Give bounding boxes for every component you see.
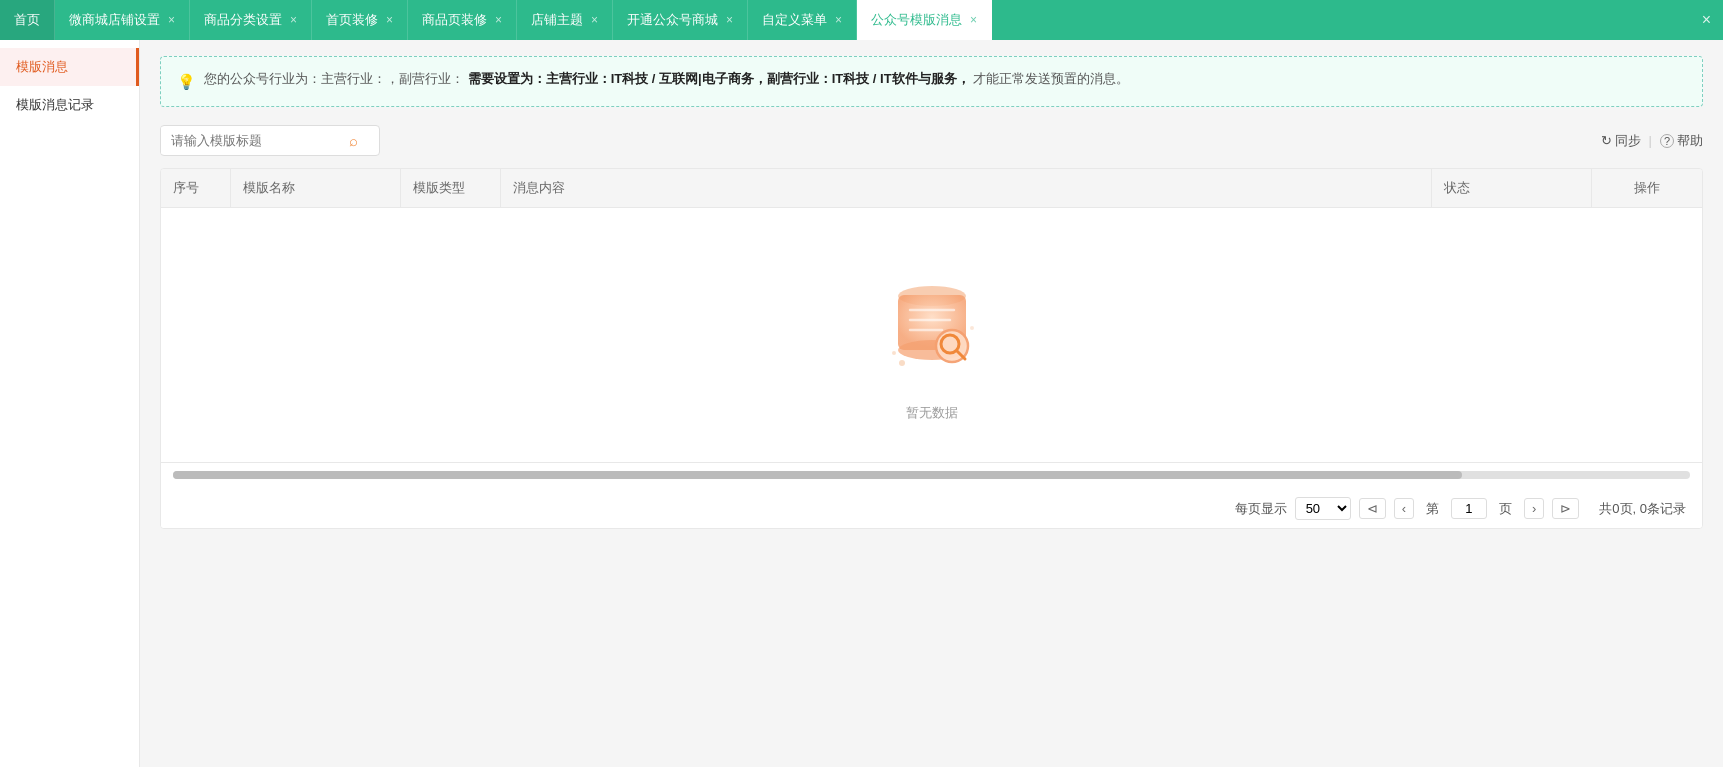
sidebar: 模版消息 模版消息记录 xyxy=(0,40,140,767)
next-page-button[interactable]: › xyxy=(1524,498,1544,519)
nav-tab-weshop-label: 微商城店铺设置 xyxy=(69,11,160,29)
empty-state: 暂无数据 xyxy=(161,208,1702,462)
nav-tab-productpage-label: 商品页装修 xyxy=(422,11,487,29)
page-unit: 页 xyxy=(1499,500,1512,518)
first-page-button[interactable]: ⊲ xyxy=(1359,498,1386,519)
nav-tab-productpage[interactable]: 商品页装修 × xyxy=(408,0,517,40)
th-seq: 序号 xyxy=(161,169,231,207)
notice-text: 您的公众号行业为：主营行业：，副营行业： 需要设置为：主营行业：IT科技 / 互… xyxy=(204,69,1129,90)
nav-tab-openstore-close[interactable]: × xyxy=(726,13,733,27)
search-icon: ⌕ xyxy=(349,132,358,149)
nav-tab-theme[interactable]: 店铺主题 × xyxy=(517,0,613,40)
nav-tab-templatemsg-close[interactable]: × xyxy=(970,13,977,27)
svg-point-11 xyxy=(970,326,974,330)
nav-tab-custommenu-close[interactable]: × xyxy=(835,13,842,27)
help-button[interactable]: ? 帮助 xyxy=(1660,132,1703,150)
search-input-wrap: ⌕ xyxy=(160,125,380,156)
th-content: 消息内容 xyxy=(501,169,1432,207)
th-status: 状态 xyxy=(1432,169,1592,207)
empty-illustration xyxy=(872,268,992,388)
nav-tab-homepage-close[interactable]: × xyxy=(386,13,393,27)
th-action: 操作 xyxy=(1592,169,1702,207)
sync-icon: ↻ xyxy=(1601,133,1612,148)
sidebar-item-template-msg-log-label: 模版消息记录 xyxy=(16,97,94,112)
total-info: 共0页, 0条记录 xyxy=(1599,500,1686,518)
scrollbar-thumb xyxy=(173,471,1462,479)
data-table: 序号 模版名称 模版类型 消息内容 状态 操作 xyxy=(160,168,1703,529)
nav-tab-templatemsg-label: 公众号模版消息 xyxy=(871,11,962,29)
th-type: 模版类型 xyxy=(401,169,501,207)
current-page-input[interactable] xyxy=(1451,498,1487,519)
nav-tab-home[interactable]: 首页 xyxy=(0,0,55,40)
toolbar-right: ↻ 同步 | ? 帮助 xyxy=(1601,132,1703,150)
nav-tab-category-close[interactable]: × xyxy=(290,13,297,27)
top-nav-bar: 首页 微商城店铺设置 × 商品分类设置 × 首页装修 × 商品页装修 × 店铺主… xyxy=(0,0,1723,40)
nav-tab-homepage[interactable]: 首页装修 × xyxy=(312,0,408,40)
search-input[interactable] xyxy=(161,127,341,154)
nav-tab-theme-label: 店铺主题 xyxy=(531,11,583,29)
nav-tab-weshop-close[interactable]: × xyxy=(168,13,175,27)
toolbar-divider: | xyxy=(1649,133,1652,148)
prev-page-button[interactable]: ‹ xyxy=(1394,498,1414,519)
svg-point-9 xyxy=(899,360,905,366)
content-area: 💡 您的公众号行业为：主营行业：，副营行业： 需要设置为：主营行业：IT科技 /… xyxy=(140,40,1723,767)
page-size-select[interactable]: 50 20 100 xyxy=(1295,497,1351,520)
notice-suffix: 才能正常发送预置的消息。 xyxy=(973,71,1129,86)
nav-tab-openstore-label: 开通公众号商城 xyxy=(627,11,718,29)
search-bar: ⌕ ↻ 同步 | ? 帮助 xyxy=(160,125,1703,156)
fake-scrollbar[interactable] xyxy=(173,471,1690,479)
pagination: 每页显示 50 20 100 ⊲ ‹ 第 页 › ⊳ 共0页, 0条记录 xyxy=(161,487,1702,528)
sidebar-item-template-msg[interactable]: 模版消息 xyxy=(0,48,139,86)
global-close-button[interactable]: × xyxy=(1702,11,1711,29)
industry-notice: 💡 您的公众号行业为：主营行业：，副营行业： 需要设置为：主营行业：IT科技 /… xyxy=(160,56,1703,107)
search-button[interactable]: ⌕ xyxy=(341,126,366,155)
svg-point-10 xyxy=(892,351,896,355)
page-size-label: 每页显示 xyxy=(1235,500,1287,518)
nav-tab-weshop[interactable]: 微商城店铺设置 × xyxy=(55,0,190,40)
notice-icon: 💡 xyxy=(177,70,196,94)
nav-tab-custommenu[interactable]: 自定义菜单 × xyxy=(748,0,857,40)
nav-tab-category-label: 商品分类设置 xyxy=(204,11,282,29)
nav-tab-productpage-close[interactable]: × xyxy=(495,13,502,27)
sidebar-item-template-msg-label: 模版消息 xyxy=(16,59,68,74)
nav-tab-category[interactable]: 商品分类设置 × xyxy=(190,0,312,40)
nav-tab-theme-close[interactable]: × xyxy=(591,13,598,27)
help-label: 帮助 xyxy=(1677,132,1703,150)
page-label: 第 xyxy=(1426,500,1439,518)
table-header: 序号 模版名称 模版类型 消息内容 状态 操作 xyxy=(161,169,1702,208)
th-name: 模版名称 xyxy=(231,169,401,207)
sync-button[interactable]: ↻ 同步 xyxy=(1601,132,1641,150)
nav-tab-custommenu-label: 自定义菜单 xyxy=(762,11,827,29)
sidebar-item-template-msg-log[interactable]: 模版消息记录 xyxy=(0,86,139,124)
nav-tab-homepage-label: 首页装修 xyxy=(326,11,378,29)
notice-emphasis: 需要设置为：主营行业：IT科技 / 互联网|电子商务，副营行业：IT科技 / I… xyxy=(468,71,970,86)
help-icon: ? xyxy=(1660,134,1674,148)
scrollbar-row xyxy=(161,462,1702,487)
last-page-button[interactable]: ⊳ xyxy=(1552,498,1579,519)
main-layout: 模版消息 模版消息记录 💡 您的公众号行业为：主营行业：，副营行业： 需要设置为… xyxy=(0,40,1723,767)
empty-text: 暂无数据 xyxy=(906,404,958,422)
notice-prefix: 您的公众号行业为：主营行业：，副营行业： xyxy=(204,71,464,86)
sync-label: 同步 xyxy=(1615,132,1641,150)
nav-tab-templatemsg[interactable]: 公众号模版消息 × xyxy=(857,0,992,40)
nav-tab-openstore[interactable]: 开通公众号商城 × xyxy=(613,0,748,40)
nav-tab-home-label: 首页 xyxy=(14,11,40,29)
